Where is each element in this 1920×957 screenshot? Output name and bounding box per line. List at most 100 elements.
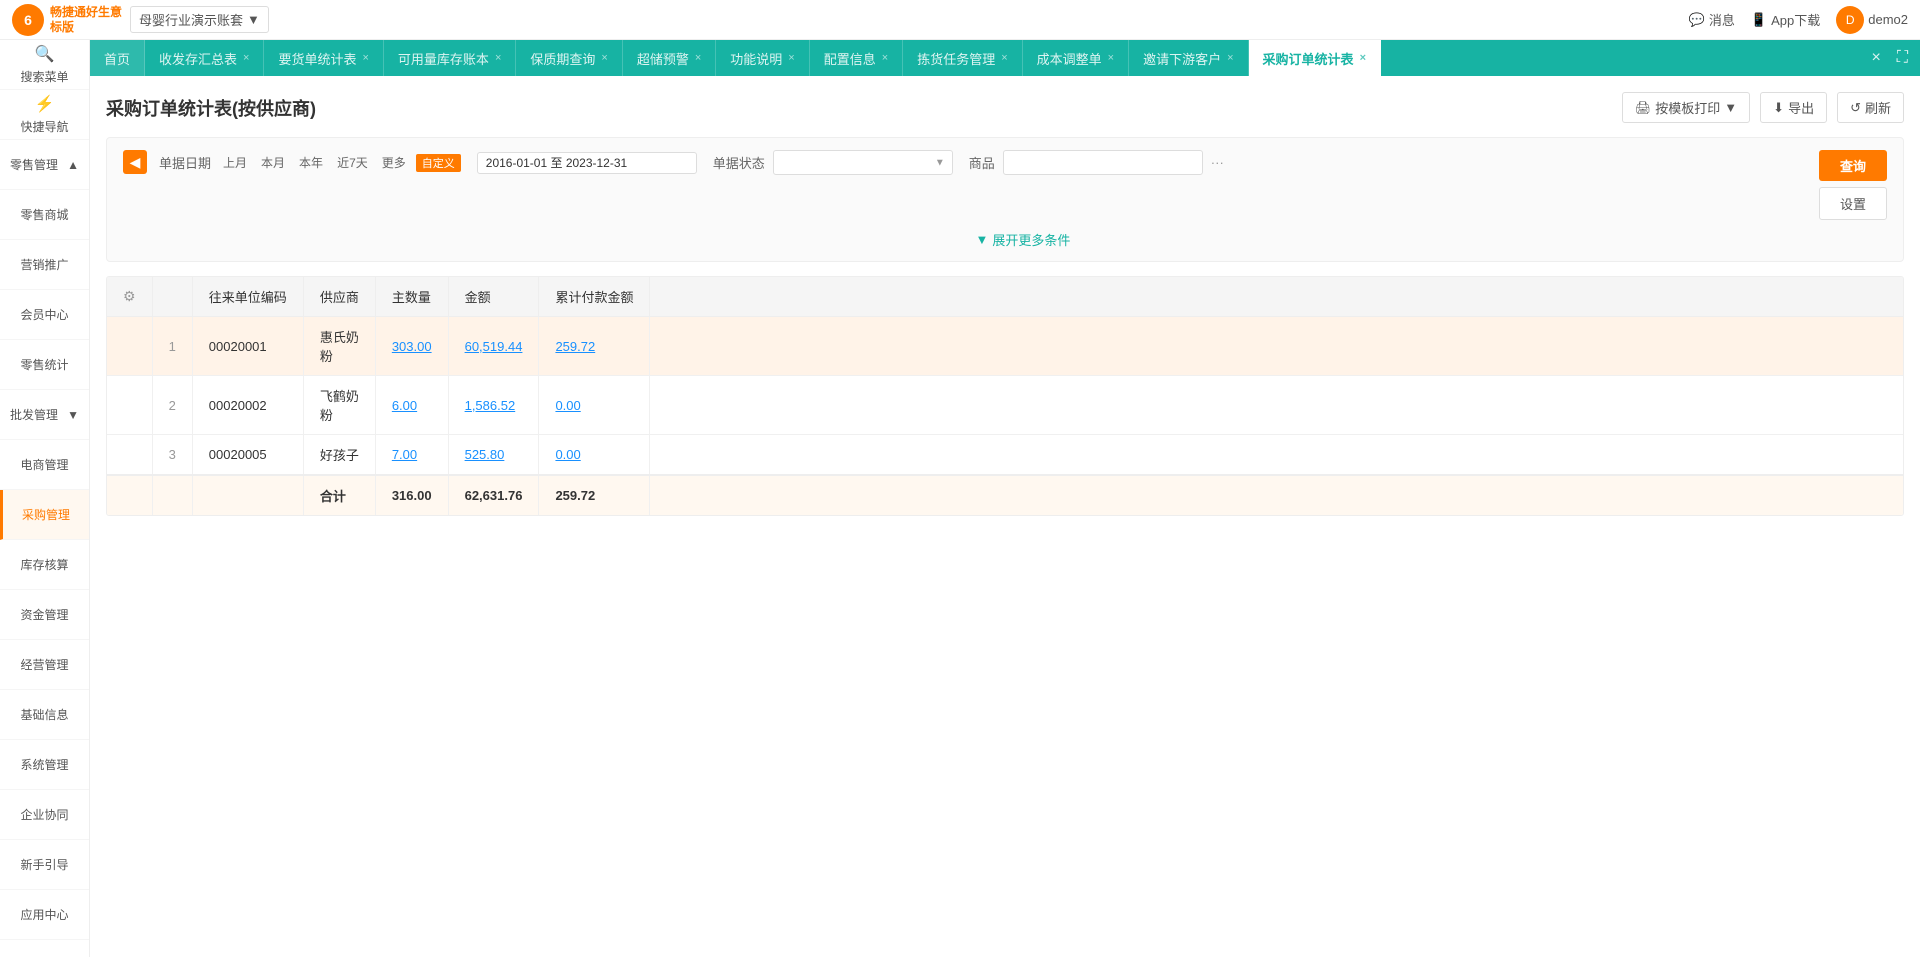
sidebar-item-retail-shop[interactable]: 零售商城 xyxy=(0,190,89,240)
tab-close-icon[interactable]: × xyxy=(1108,52,1114,64)
sidebar-item-finance[interactable]: 资金管理 xyxy=(0,590,89,640)
sidebar-item-label: 基础信息 xyxy=(20,706,68,723)
tab-label: 保质期查询 xyxy=(530,49,595,68)
td-supplier: 惠氏奶粉 xyxy=(303,317,375,376)
td-unit-code: 00020001 xyxy=(192,317,303,376)
tab-close-icon[interactable]: × xyxy=(695,52,701,64)
query-button[interactable]: 查询 xyxy=(1819,150,1887,181)
filter-area: ◀ 单据日期 上月 本月 xyxy=(106,137,1904,262)
goods-input[interactable] xyxy=(1003,150,1203,175)
logo-text: 畅捷通好生意 标版 xyxy=(50,5,122,34)
column-settings-icon[interactable]: ⚙ xyxy=(123,288,136,304)
refresh-icon: ↺ xyxy=(1850,100,1861,116)
date-shortcut-more[interactable]: 更多 xyxy=(378,152,410,173)
tab-expiry-query[interactable]: 保质期查询 × xyxy=(516,40,622,76)
tab-close-icon[interactable]: × xyxy=(243,52,249,64)
sidebar-item-retail[interactable]: 零售管理 ▲ xyxy=(0,140,89,190)
download-icon: 📱 xyxy=(1751,12,1767,28)
th-supplier: 供应商 xyxy=(303,277,375,317)
th-extra xyxy=(650,277,1903,317)
td-footer-amount: 62,631.76 xyxy=(448,475,539,515)
goods-more-icon[interactable]: ··· xyxy=(1211,155,1224,170)
td-paid-amount: 0.00 xyxy=(539,435,650,476)
avatar: D xyxy=(1836,6,1864,34)
sidebar-item-system[interactable]: 系统管理 xyxy=(0,740,89,790)
date-filter-label: 单据日期 xyxy=(159,153,211,172)
status-select[interactable] xyxy=(773,150,953,175)
tab-close-icon[interactable]: × xyxy=(362,52,368,64)
user-avatar-area[interactable]: D demo2 xyxy=(1836,6,1908,34)
tab-close-icon[interactable]: × xyxy=(601,52,607,64)
page-header: 采购订单统计表(按供应商) 🖨 按模板打印 ▼ ⬇ 导出 ↺ xyxy=(106,92,1904,123)
sidebar-item-operations[interactable]: 经营管理 xyxy=(0,640,89,690)
sidebar-item-member[interactable]: 会员中心 xyxy=(0,290,89,340)
sidebar-item-label: 库存核算 xyxy=(20,556,68,573)
sidebar-item-newbie[interactable]: 新手引导 xyxy=(0,840,89,890)
sidebar-item-retail-stats[interactable]: 零售统计 xyxy=(0,340,89,390)
sidebar-item-basic[interactable]: 基础信息 xyxy=(0,690,89,740)
td-paid-amount: 0.00 xyxy=(539,376,650,435)
tab-config[interactable]: 配置信息 × xyxy=(810,40,903,76)
tab-close-icon[interactable]: × xyxy=(495,52,501,64)
date-range-input[interactable] xyxy=(477,152,697,174)
sidebar-item-enterprise[interactable]: 企业协同 xyxy=(0,790,89,840)
sidebar-item-label: 批发管理 xyxy=(10,406,58,423)
td-settings xyxy=(107,376,152,435)
td-footer-settings xyxy=(107,475,152,515)
close-tab-button[interactable]: × xyxy=(1867,49,1884,67)
tab-purchase-stats[interactable]: 采购订单统计表 × xyxy=(1249,40,1381,76)
filter-toggle-button[interactable]: ◀ xyxy=(123,150,147,174)
maximize-button[interactable]: ⛶ xyxy=(1893,49,1912,67)
app-download-button[interactable]: 📱 App下载 xyxy=(1751,10,1820,29)
sidebar-item-inventory[interactable]: 库存核算 xyxy=(0,540,89,590)
tab-function-desc[interactable]: 功能说明 × xyxy=(716,40,809,76)
sidebar-item-wechat[interactable]: 企业微信 xyxy=(0,940,89,957)
td-footer-paid-amount: 259.72 xyxy=(539,475,650,515)
td-supplier: 好孩子 xyxy=(303,435,375,476)
sidebar-item-purchase[interactable]: 采购管理 xyxy=(0,490,89,540)
date-shortcut-this-month[interactable]: 本月 xyxy=(257,152,289,173)
td-extra xyxy=(650,317,1903,376)
sidebar-item-search[interactable]: 🔍 搜索菜单 xyxy=(0,40,89,90)
export-button[interactable]: ⬇ 导出 xyxy=(1760,92,1827,123)
tab-invite-downstream[interactable]: 邀请下游客户 × xyxy=(1129,40,1248,76)
main-layout: 🔍 搜索菜单 ⚡ 快捷导航 零售管理 ▲ 零售商城 营销推广 会员中心 零售统计… xyxy=(0,40,1920,957)
tab-close-icon[interactable]: × xyxy=(1001,52,1007,64)
sidebar-item-app-center[interactable]: 应用中心 xyxy=(0,890,89,940)
workspace-label: 母婴行业演示账套 xyxy=(139,10,243,29)
tab-home[interactable]: 首页 xyxy=(90,40,145,76)
filter-right-btns: 查询 设置 xyxy=(1819,150,1887,220)
td-main-qty: 7.00 xyxy=(375,435,448,476)
message-button[interactable]: 💬 消息 xyxy=(1689,10,1735,29)
tab-inventory-book[interactable]: 可用量库存账本 × xyxy=(384,40,516,76)
tab-goods-stats[interactable]: 要货单统计表 × xyxy=(264,40,383,76)
date-shortcut-prev-month[interactable]: 上月 xyxy=(219,152,251,173)
expand-more-button[interactable]: ▼ 展开更多条件 xyxy=(159,230,1887,249)
date-shortcut-this-year[interactable]: 本年 xyxy=(295,152,327,173)
date-range-item xyxy=(477,152,697,174)
tab-close-icon[interactable]: × xyxy=(882,52,888,64)
th-unit-code: 往来单位编码 xyxy=(192,277,303,317)
sidebar-item-label: 资金管理 xyxy=(20,606,68,623)
tab-close-icon[interactable]: × xyxy=(1360,52,1366,64)
tab-picking[interactable]: 拣货任务管理 × xyxy=(903,40,1022,76)
setting-button[interactable]: 设置 xyxy=(1819,187,1887,220)
tab-cost-adjust[interactable]: 成本调整单 × xyxy=(1023,40,1129,76)
print-arrow-icon: ▼ xyxy=(1724,100,1737,115)
sidebar-item-label: 搜索菜单 xyxy=(20,68,68,85)
sidebar-item-shortcut[interactable]: ⚡ 快捷导航 xyxy=(0,90,89,140)
sidebar-item-wholesale[interactable]: 批发管理 ▼ xyxy=(0,390,89,440)
tab-receivable[interactable]: 收发存汇总表 × xyxy=(145,40,264,76)
message-icon: 💬 xyxy=(1689,12,1705,28)
td-footer-label xyxy=(192,475,303,515)
sidebar-item-marketing[interactable]: 营销推广 xyxy=(0,240,89,290)
date-shortcut-7days[interactable]: 近7天 xyxy=(333,152,372,173)
tab-overstock[interactable]: 超储预警 × xyxy=(623,40,716,76)
tab-close-icon[interactable]: × xyxy=(1227,52,1233,64)
workspace-selector[interactable]: 母婴行业演示账套 ▼ xyxy=(130,6,269,33)
print-button[interactable]: 🖨 按模板打印 ▼ xyxy=(1622,92,1750,123)
table-row: 3 00020005 好孩子 7.00 525.80 0.00 xyxy=(107,435,1903,476)
refresh-button[interactable]: ↺ 刷新 xyxy=(1837,92,1904,123)
tab-close-icon[interactable]: × xyxy=(788,52,794,64)
sidebar-item-ecommerce[interactable]: 电商管理 xyxy=(0,440,89,490)
